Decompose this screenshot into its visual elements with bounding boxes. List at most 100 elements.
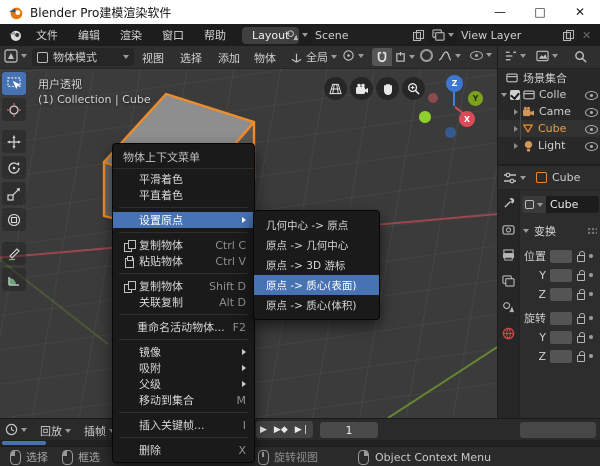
view-layer-remove-icon[interactable]: ✕ (582, 29, 591, 42)
menu-item-paste-objects[interactable]: 粘贴物体 Ctrl V (113, 253, 254, 269)
menu-window[interactable]: 窗口 (152, 27, 194, 43)
gizmo-z-negative[interactable] (445, 127, 456, 138)
menu-item-insert-keyframe[interactable]: 插入关键帧... I (113, 417, 254, 433)
camera-view-button[interactable] (350, 77, 373, 100)
location-x-field[interactable] (550, 250, 572, 263)
menu-object[interactable]: 物体 (254, 50, 276, 66)
gizmo-x-negative[interactable] (428, 93, 438, 103)
menu-item-parent[interactable]: 父级 (113, 376, 254, 392)
menu-item-mirror[interactable]: 镜像 (113, 344, 254, 360)
menu-item-copy-objects[interactable]: 复制物体 Ctrl C (113, 237, 254, 253)
properties-editor-icon[interactable] (503, 172, 517, 184)
view-layer-browse-caret[interactable] (448, 33, 454, 37)
object-name-field[interactable]: Cube (546, 196, 599, 213)
menu-item-duplicate-linked[interactable]: 关联复制 Alt D (113, 294, 254, 310)
menu-item-duplicate[interactable]: 复制物体 Shift D (113, 278, 254, 294)
menu-add[interactable]: 添加 (218, 50, 240, 66)
next-keyframe-button[interactable]: ▶◆ (274, 425, 288, 435)
mode-dropdown[interactable]: 物体模式 (32, 48, 134, 66)
section-drag-handle[interactable] (588, 228, 597, 234)
navigation-gizmo[interactable]: Z Y X (415, 74, 490, 139)
tool-rotate[interactable] (2, 156, 26, 179)
playback-dropdown[interactable]: 回放 (40, 423, 71, 439)
gizmo-x-axis[interactable]: X (459, 111, 475, 127)
keying-dropdown[interactable]: 插帧 (84, 423, 115, 439)
menu-item-shade-flat[interactable]: 平直着色 (113, 187, 254, 203)
gizmo-y-negative[interactable] (419, 111, 431, 123)
outliner-row-cube[interactable]: Cube (498, 120, 600, 137)
play-button[interactable]: ▶ (260, 425, 267, 435)
search-icon[interactable] (574, 50, 587, 63)
tool-scale[interactable] (2, 182, 26, 205)
camera-eye-icon[interactable] (585, 107, 598, 116)
tool-transform[interactable] (2, 208, 26, 231)
tool-select-box[interactable] (2, 72, 26, 95)
menu-view[interactable]: 视图 (142, 50, 164, 66)
pan-view-button[interactable] (376, 77, 399, 100)
light-eye-icon[interactable] (585, 141, 598, 150)
collection-checkbox[interactable] (510, 90, 520, 100)
submenu-item-origin-to-3d-cursor[interactable]: 原点 -> 3D 游标 (254, 255, 379, 275)
editor-type-button[interactable] (4, 49, 27, 63)
menu-item-rename[interactable]: 重命名活动物体... F2 (113, 319, 254, 335)
collection-eye-icon[interactable] (585, 90, 598, 99)
tool-measure[interactable] (2, 268, 26, 291)
menu-help[interactable]: 帮助 (194, 27, 236, 43)
menu-edit[interactable]: 编辑 (68, 27, 110, 43)
menu-render[interactable]: 渲染 (110, 27, 152, 43)
rotation-y-field[interactable] (550, 331, 572, 344)
menu-item-set-origin[interactable]: 设置原点 (113, 212, 254, 228)
rotation-y-decorator[interactable] (589, 335, 593, 339)
properties-editor-caret[interactable] (520, 176, 526, 180)
location-z-field[interactable] (550, 288, 572, 301)
cube-expand-icon[interactable] (514, 126, 518, 132)
rotation-x-lock-icon[interactable] (576, 313, 585, 323)
tab-scene[interactable] (498, 294, 519, 320)
location-y-lock-icon[interactable] (576, 270, 585, 280)
timeline-editor-type[interactable] (5, 423, 27, 436)
location-y-decorator[interactable] (589, 273, 593, 277)
snap-settings-dropdown[interactable] (392, 48, 418, 66)
gizmo-z-axis[interactable]: Z (446, 75, 463, 92)
snap-toggle-button[interactable] (372, 48, 392, 66)
outliner-row-light[interactable]: Light (498, 137, 600, 154)
collection-expand-icon[interactable] (501, 93, 507, 97)
falloff-curve-icon[interactable] (438, 50, 452, 62)
menu-select[interactable]: 选择 (180, 50, 202, 66)
tab-world[interactable] (498, 320, 519, 346)
menu-item-move-to-collection[interactable]: 移动到集合 M (113, 392, 254, 408)
tab-tool[interactable] (498, 190, 519, 216)
scene-icon[interactable] (286, 29, 299, 42)
submenu-item-origin-to-center-of-mass-surface[interactable]: 原点 -> 质心(表面) (254, 275, 379, 295)
rotation-z-field[interactable] (550, 350, 572, 363)
rotation-x-decorator[interactable] (589, 316, 593, 320)
outliner-display-dropdown[interactable] (536, 50, 558, 62)
outliner-filter-dropdown[interactable] (504, 50, 526, 62)
timeline-end-field[interactable] (520, 422, 596, 438)
submenu-item-origin-to-center-of-mass-volume[interactable]: 原点 -> 质心(体积) (254, 295, 379, 315)
new-scene-icon[interactable] (413, 30, 423, 40)
tab-output[interactable] (498, 242, 519, 268)
outliner-row-scene-collection[interactable]: 场景集合 (498, 69, 600, 86)
scene-browse-caret[interactable] (302, 33, 308, 37)
tab-render[interactable] (498, 216, 519, 242)
proportional-editing-icon[interactable] (420, 49, 433, 62)
falloff-caret[interactable] (455, 54, 461, 58)
outliner-row-collection[interactable]: Colle (498, 86, 600, 103)
rotation-x-field[interactable] (550, 312, 572, 325)
location-x-lock-icon[interactable] (576, 251, 585, 261)
close-button[interactable]: ✕ (560, 0, 600, 24)
submenu-item-geometry-to-origin[interactable]: 几何中心 -> 原点 (254, 215, 379, 235)
rotation-z-lock-icon[interactable] (576, 351, 585, 361)
rotation-y-lock-icon[interactable] (576, 332, 585, 342)
location-z-lock-icon[interactable] (576, 289, 585, 299)
location-z-decorator[interactable] (589, 292, 593, 296)
minimize-button[interactable]: — (480, 0, 520, 24)
overlays-dropdown[interactable] (470, 50, 492, 59)
tab-view-layer[interactable] (498, 268, 519, 294)
menu-item-shade-smooth[interactable]: 平滑着色 (113, 171, 254, 187)
pivot-dropdown[interactable] (342, 49, 364, 62)
cube-eye-icon[interactable] (585, 124, 598, 133)
new-view-layer-icon[interactable] (563, 30, 573, 40)
gizmo-y-axis[interactable]: Y (468, 91, 483, 106)
